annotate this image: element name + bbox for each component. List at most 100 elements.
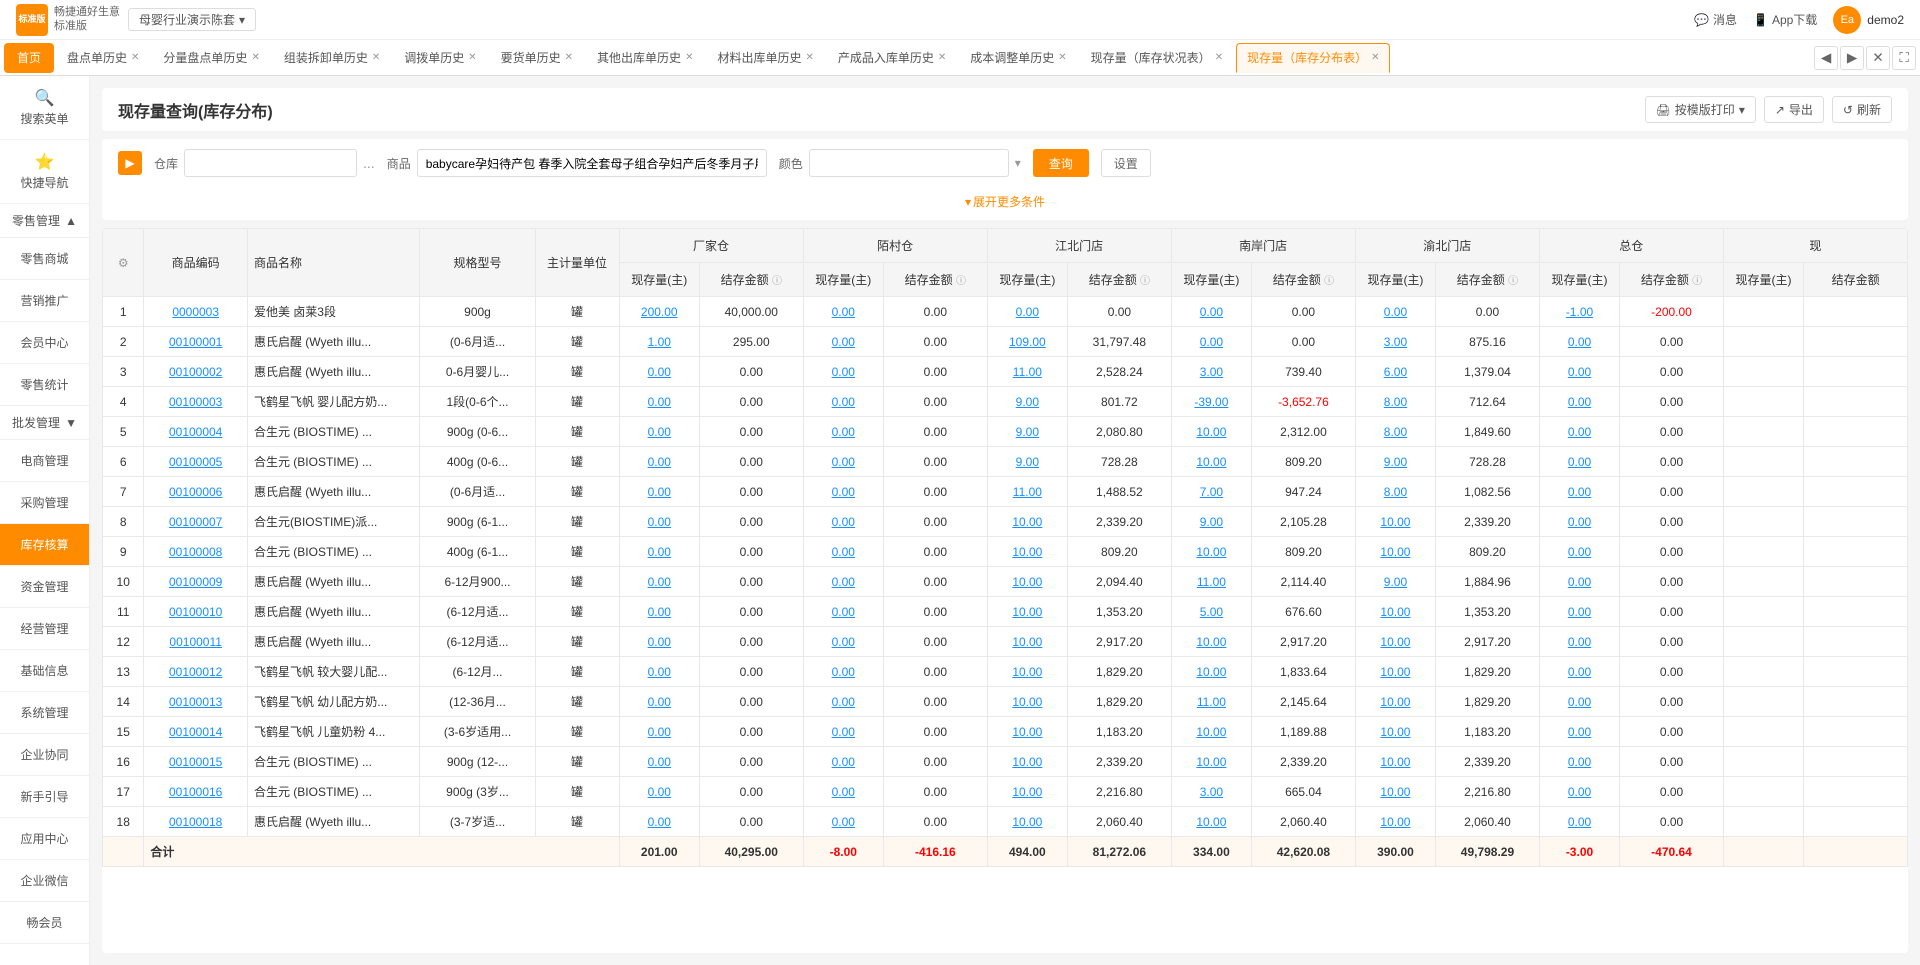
sidebar-item-finance[interactable]: 资金管理 [0, 566, 89, 608]
tab-cost-adjust[interactable]: 成本调整单历史 ✕ [959, 43, 1077, 73]
mountain-amt-info[interactable]: ⓘ [956, 276, 966, 287]
tab-finished-inbound[interactable]: 产成品入库单历史 ✕ [827, 43, 957, 73]
summary-mountain-qty: -8.00 [803, 837, 884, 867]
sidebar-item-system[interactable]: 系统管理 [0, 692, 89, 734]
search-toggle-btn[interactable]: ▶ [118, 151, 142, 175]
color-input[interactable] [809, 149, 1009, 177]
tab-assembly-close[interactable]: ✕ [372, 52, 380, 63]
print-button[interactable]: 🖨 按模版打印 ▾ [1645, 96, 1756, 123]
tab-other-outbound[interactable]: 其他出库单历史 ✕ [586, 43, 704, 73]
tab-purchase-order[interactable]: 要货单历史 ✕ [490, 43, 584, 73]
tab-stock-status[interactable]: 现存量（库存状况表） ✕ [1080, 43, 1234, 73]
cell-jiangbei-qty: 9.00 [987, 417, 1068, 447]
sidebar-item-membership[interactable]: 畅会员 [0, 902, 89, 944]
tab-material-outbound-close[interactable]: ✕ [805, 52, 813, 63]
refresh-button[interactable]: ↺ 刷新 [1832, 96, 1892, 123]
sidebar-item-inventory[interactable]: 库存核算 [0, 524, 89, 566]
tab-home[interactable]: 首页 [4, 43, 54, 73]
tab-split-inventory[interactable]: 分量盘点单历史 ✕ [152, 43, 270, 73]
tab-cost-adjust-close[interactable]: ✕ [1058, 52, 1066, 63]
sidebar-item-retail-shop[interactable]: 零售商城 [0, 238, 89, 280]
sidebar-item-member[interactable]: 会员中心 [0, 322, 89, 364]
sidebar-item-basic-info[interactable]: 基础信息 [0, 650, 89, 692]
sidebar-item-marketing[interactable]: 营销推广 [0, 280, 89, 322]
cell-factory-qty: 0.00 [619, 567, 700, 597]
tab-transfer-close[interactable]: ✕ [468, 52, 476, 63]
tab-inventory-history[interactable]: 盘点单历史 ✕ [56, 43, 150, 73]
tab-nav-close-all[interactable]: ✕ [1866, 46, 1890, 70]
cell-nanan-qty: -39.00 [1171, 387, 1252, 417]
summary-yubeicheng-amt: 49,798.29 [1436, 837, 1540, 867]
cell-code: 00100012 [144, 657, 248, 687]
tab-stock-status-close[interactable]: ✕ [1215, 52, 1223, 63]
sidebar-item-retail-mgmt[interactable]: 零售管理 ▲ [0, 204, 89, 238]
query-button[interactable]: 查询 [1033, 149, 1089, 177]
sidebar-item-search[interactable]: 🔍 搜索英单 [0, 76, 89, 140]
sidebar-item-ecommerce[interactable]: 电商管理 [0, 440, 89, 482]
yubeicheng-amt-info[interactable]: ⓘ [1508, 276, 1518, 287]
tab-purchase-order-close[interactable]: ✕ [565, 52, 573, 63]
tab-stock-dist[interactable]: 现存量（库存分布表） ✕ [1236, 43, 1390, 73]
app-download-btn[interactable]: 📱 App下载 [1753, 11, 1817, 28]
sidebar-item-wholesale-mgmt[interactable]: 批发管理 ▼ [0, 406, 89, 440]
tab-assembly-label: 组装拆卸单历史 [284, 49, 368, 66]
tab-nav-next[interactable]: ▶ [1840, 46, 1864, 70]
gear-icon[interactable]: ⚙ [118, 256, 129, 270]
cell-yubeicheng-qty: 8.00 [1355, 477, 1436, 507]
sidebar-item-enterprise-wechat[interactable]: 企业微信 [0, 860, 89, 902]
user-profile[interactable]: Ea demo2 [1833, 6, 1904, 34]
expand-btn[interactable]: ▾ 展开更多条件 [965, 193, 1045, 210]
tab-nav-prev[interactable]: ◀ [1814, 46, 1838, 70]
cell-extra-amt [1804, 417, 1908, 447]
warehouse-input[interactable] [184, 149, 357, 177]
table-row: 1 0000003 爱他美 卤莱3段 900g 罐 200.00 40,000.… [103, 297, 1908, 327]
sidebar-item-retail-stats[interactable]: 零售统计 [0, 364, 89, 406]
tab-finished-inbound-close[interactable]: ✕ [938, 52, 946, 63]
tab-material-outbound[interactable]: 材料出库单历史 ✕ [706, 43, 824, 73]
cell-factory-amt: 0.00 [700, 567, 804, 597]
factory-amt-info[interactable]: ⓘ [772, 276, 782, 287]
warehouse-more-icon[interactable]: ... [363, 155, 375, 171]
cell-nanan-qty: 0.00 [1171, 327, 1252, 357]
cell-yubeicheng-amt: 728.28 [1436, 447, 1540, 477]
cell-total-amt: 0.00 [1620, 597, 1724, 627]
sidebar-item-quick-nav[interactable]: ⭐ 快捷导航 [0, 140, 89, 204]
sidebar-item-onboarding[interactable]: 新手引导 [0, 776, 89, 818]
setting-button[interactable]: 设置 [1101, 149, 1151, 177]
cell-mountain-qty: 0.00 [803, 717, 884, 747]
cell-total-amt: 0.00 [1620, 807, 1724, 837]
cell-mountain-amt: 0.00 [884, 687, 988, 717]
export-icon: ↗ [1775, 103, 1785, 117]
sidebar-item-enterprise-coop[interactable]: 企业协同 [0, 734, 89, 776]
tab-other-outbound-close[interactable]: ✕ [685, 52, 693, 63]
cell-total-amt: 0.00 [1620, 327, 1724, 357]
sidebar-item-biz-mgmt[interactable]: 经营管理 [0, 608, 89, 650]
cell-jiangbei-qty: 10.00 [987, 717, 1068, 747]
cell-extra-amt [1804, 507, 1908, 537]
cell-nanan-qty: 9.00 [1171, 507, 1252, 537]
jiangbei-amt-info[interactable]: ⓘ [1140, 276, 1150, 287]
industry-selector[interactable]: 母婴行业演示陈套 ▾ [128, 8, 256, 31]
table-scroll[interactable]: ⚙ 商品编码 商品名称 规格型号 主计量单位 厂家仓 陌村仓 江北门店 南岸门店… [102, 228, 1908, 953]
summary-empty [103, 837, 144, 867]
sidebar-item-app-center[interactable]: 应用中心 [0, 818, 89, 860]
tab-transfer[interactable]: 调拨单历史 ✕ [393, 43, 487, 73]
tab-nav-fullscreen[interactable]: ⛶ [1892, 46, 1916, 70]
th-factory-qty: 现存量(主) [619, 263, 700, 297]
cell-name: 合生元 (BIOSTIME) ... [247, 777, 420, 807]
message-btn[interactable]: 💬 消息 [1694, 11, 1737, 28]
sidebar-finance-label: 资金管理 [8, 578, 81, 595]
cell-code: 00100001 [144, 327, 248, 357]
tab-inventory-history-close[interactable]: ✕ [131, 52, 139, 63]
total-amt-info[interactable]: ⓘ [1692, 276, 1702, 287]
sidebar-item-purchase[interactable]: 采购管理 [0, 482, 89, 524]
cell-jiangbei-amt: 2,080.80 [1068, 417, 1172, 447]
cell-jiangbei-qty: 10.00 [987, 627, 1068, 657]
export-button[interactable]: ↗ 导出 [1764, 96, 1824, 123]
nanan-amt-info[interactable]: ⓘ [1324, 276, 1334, 287]
tab-stock-dist-close[interactable]: ✕ [1371, 52, 1379, 63]
tab-assembly[interactable]: 组装拆卸单历史 ✕ [273, 43, 391, 73]
cell-unit: 罐 [535, 477, 619, 507]
tab-split-inventory-close[interactable]: ✕ [251, 52, 259, 63]
goods-input[interactable] [417, 149, 767, 177]
